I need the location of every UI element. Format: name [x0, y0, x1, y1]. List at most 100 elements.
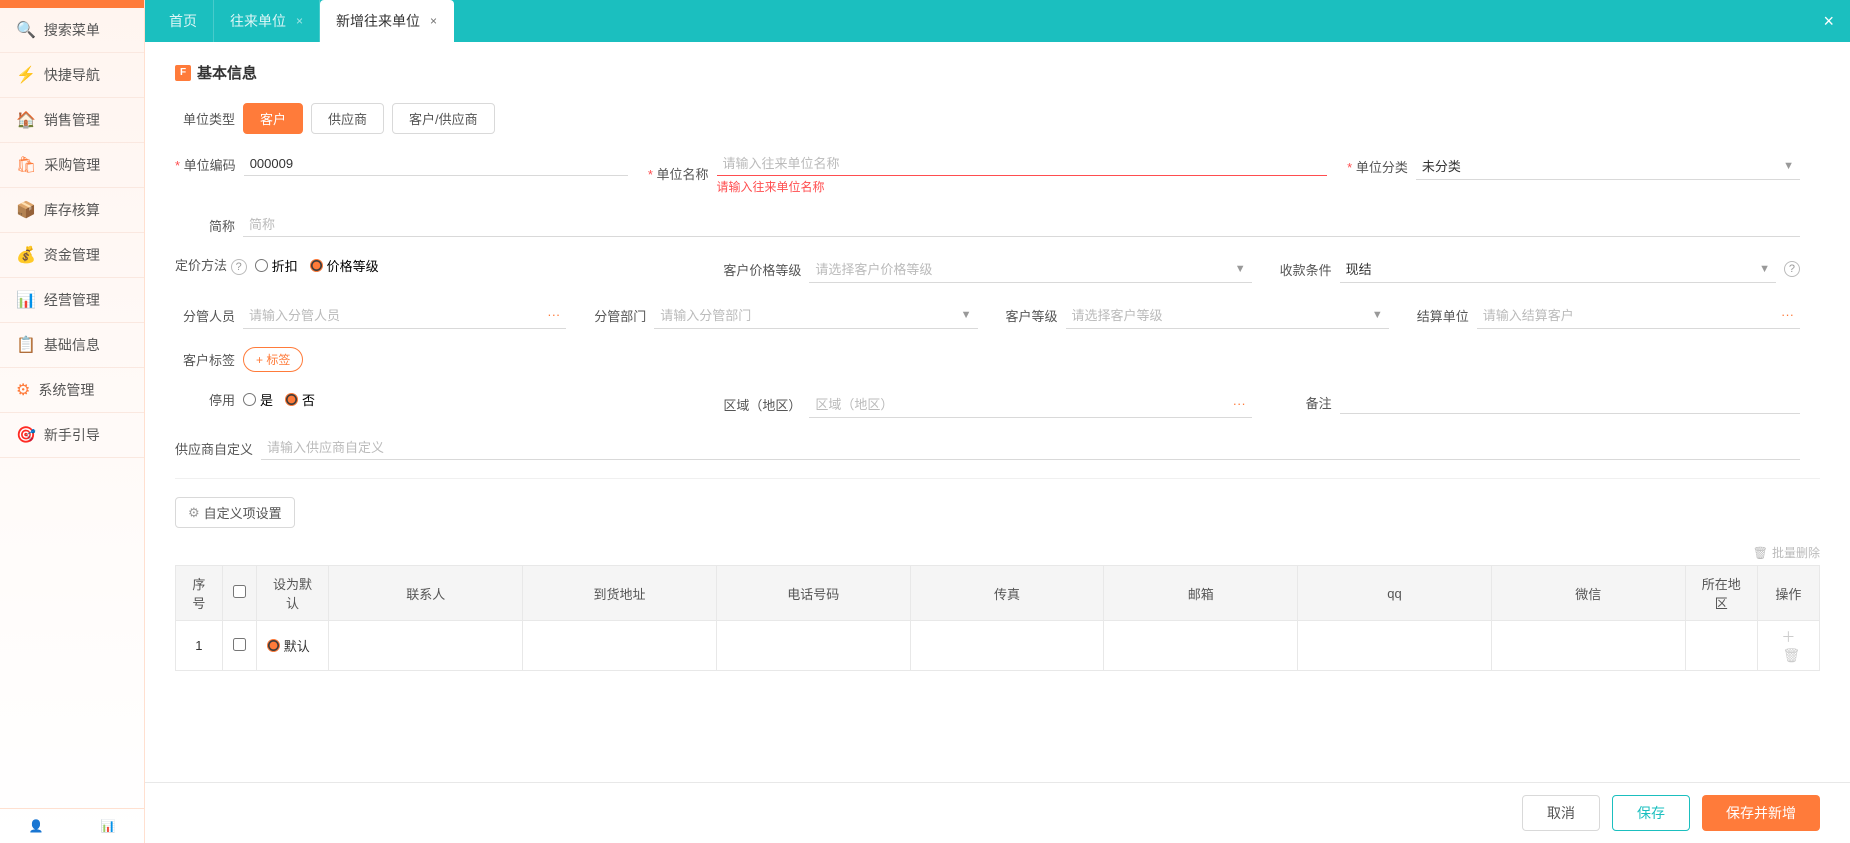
tab-partners[interactable]: 往来单位 ×	[214, 0, 320, 42]
pricing-discount[interactable]: 折扣	[255, 256, 298, 275]
region-select[interactable]: 区域（地区） ···	[809, 390, 1251, 418]
cell-phone[interactable]	[716, 621, 910, 671]
remark-input[interactable]	[1340, 390, 1800, 414]
add-tag-button[interactable]: + 标签	[243, 347, 303, 372]
tab-home[interactable]: 首页	[153, 0, 214, 42]
pricing-price-level[interactable]: 价格等级	[310, 256, 379, 275]
row-checkbox[interactable]	[233, 638, 246, 651]
pricing-radio-group: 折扣 价格等级	[255, 256, 379, 275]
sidebar-item-guide[interactable]: 🎯 新手引导	[0, 413, 144, 458]
sidebar-item-finance[interactable]: 💰 资金管理	[0, 233, 144, 278]
department-label: 分管部门	[586, 306, 646, 325]
pricing-row: 定价方法 ? 折扣 价格等级 客户价格等级 请选择客户价	[175, 255, 1820, 283]
unit-code-label: 单位编码	[175, 155, 236, 174]
chevron-down-icon4: ▼	[961, 309, 972, 321]
th-fax: 传真	[910, 566, 1104, 621]
abbr-input[interactable]	[243, 213, 1800, 237]
tab-home-label: 首页	[169, 11, 197, 31]
disable-no[interactable]: 否	[285, 390, 315, 409]
qq-input[interactable]	[1308, 638, 1481, 653]
sidebar-item-system[interactable]: ⚙ 系统管理	[0, 368, 144, 413]
target-icon: 🎯	[16, 425, 36, 445]
email-input[interactable]	[1114, 638, 1287, 653]
cell-email[interactable]	[1104, 621, 1298, 671]
sidebar-bottom-left[interactable]: 👤	[0, 809, 72, 843]
unit-type-supplier[interactable]: 供应商	[311, 103, 384, 134]
manager-row: 分管人员 请输入分管人员 ··· 分管部门 请输入分管部门 ▼ 客户等级 请选择…	[175, 301, 1820, 329]
sidebar: 🔍 搜索菜单 ⚡ 快捷导航 🏠 销售管理 🛍 采购管理 📦 库存核算 💰 资金管…	[0, 0, 145, 843]
form-divider	[175, 478, 1820, 479]
sidebar-item-label: 经营管理	[44, 290, 100, 310]
chevron-down-icon2: ▼	[1235, 263, 1246, 275]
tab-new-partner[interactable]: 新增往来单位 ×	[320, 0, 454, 42]
cell-fax[interactable]	[910, 621, 1104, 671]
phone-input[interactable]	[727, 638, 900, 653]
region-dots-icon[interactable]: ···	[1233, 396, 1246, 411]
manager-select[interactable]: 请输入分管人员 ···	[243, 301, 566, 329]
cell-wechat[interactable]	[1491, 621, 1685, 671]
customer-price-select[interactable]: 请选择客户价格等级 ▼	[809, 255, 1251, 283]
pricing-field: 定价方法 ? 折扣 价格等级	[175, 255, 723, 275]
save-new-button[interactable]: 保存并新增	[1702, 795, 1820, 831]
supplier-custom-label: 供应商自定义	[175, 439, 253, 458]
default-radio[interactable]: 默认	[267, 636, 319, 655]
disable-yes[interactable]: 是	[243, 390, 273, 409]
delete-icon: 🗑	[1753, 546, 1768, 560]
payment-condition-label: 收款条件	[1272, 260, 1332, 279]
fax-input[interactable]	[921, 638, 1094, 653]
cancel-button[interactable]: 取消	[1522, 795, 1600, 831]
manager-dots-icon[interactable]: ···	[547, 307, 560, 322]
settlement-dots-icon[interactable]: ···	[1781, 307, 1794, 322]
th-seq: 序号	[176, 566, 223, 621]
pricing-help-icon[interactable]: ?	[231, 259, 247, 275]
wechat-input[interactable]	[1502, 638, 1675, 653]
unit-name-input[interactable]	[717, 152, 1328, 176]
payment-condition-select[interactable]: 现结 ▼	[1340, 255, 1776, 283]
batch-delete-button[interactable]: 🗑 批量删除	[1753, 544, 1820, 561]
unit-code-input[interactable]	[244, 152, 628, 176]
unit-type-both[interactable]: 客户/供应商	[392, 103, 495, 134]
sidebar-bottom-right[interactable]: 📊	[72, 809, 144, 843]
unit-type-group: 客户 供应商 客户/供应商	[243, 103, 495, 134]
address-input[interactable]	[533, 638, 706, 653]
payment-help-icon[interactable]: ?	[1784, 261, 1800, 277]
sidebar-item-inventory[interactable]: 📦 库存核算	[0, 188, 144, 233]
cell-contact[interactable]	[329, 621, 523, 671]
save-button[interactable]: 保存	[1612, 795, 1690, 831]
custom-settings-button[interactable]: ⚙ 自定义项设置	[175, 497, 295, 528]
customer-level-label: 客户等级	[998, 306, 1058, 325]
sidebar-item-label: 销售管理	[44, 110, 100, 130]
cell-qq[interactable]	[1298, 621, 1492, 671]
sidebar-item-business[interactable]: 📊 经营管理	[0, 278, 144, 323]
sidebar-item-label: 资金管理	[44, 245, 100, 265]
sidebar-item-sales[interactable]: 🏠 销售管理	[0, 98, 144, 143]
contact-input[interactable]	[339, 638, 512, 653]
tab-new-partner-close[interactable]: ×	[430, 14, 437, 28]
sidebar-item-label: 系统管理	[38, 380, 94, 400]
sidebar-item-search[interactable]: 🔍 搜索菜单	[0, 8, 144, 53]
bag-icon: 🛍	[16, 155, 36, 175]
remark-field: 备注	[1272, 390, 1820, 414]
th-checkbox	[222, 566, 256, 621]
tab-partners-close[interactable]: ×	[296, 14, 303, 28]
settlement-select[interactable]: 请输入结算客户 ···	[1477, 301, 1800, 329]
supplier-custom-input[interactable]	[261, 436, 1800, 460]
sidebar-item-purchase[interactable]: 🛍 采购管理	[0, 143, 144, 188]
unit-type-customer[interactable]: 客户	[243, 103, 303, 134]
tabbar-close-all[interactable]: ×	[1823, 12, 1834, 30]
select-all-checkbox[interactable]	[233, 585, 246, 598]
unit-category-select[interactable]: 未分类 ▼	[1416, 152, 1800, 180]
delete-row-icon[interactable]: 🗑	[1783, 647, 1801, 663]
cell-address[interactable]	[523, 621, 717, 671]
sidebar-item-label: 新手引导	[44, 425, 100, 445]
section-icon: F	[175, 65, 191, 81]
sidebar-item-basic[interactable]: 📋 基础信息	[0, 323, 144, 368]
supplier-custom-field: 供应商自定义	[175, 436, 1820, 460]
department-select[interactable]: 请输入分管部门 ▼	[654, 301, 977, 329]
supplier-custom-row: 供应商自定义	[175, 436, 1820, 460]
list-icon: 📋	[16, 335, 36, 355]
customer-level-select[interactable]: 请选择客户等级 ▼	[1066, 301, 1389, 329]
abbr-label: 简称	[175, 216, 235, 235]
add-row-icon[interactable]: ＋	[1781, 629, 1795, 645]
sidebar-item-quicknav[interactable]: ⚡ 快捷导航	[0, 53, 144, 98]
